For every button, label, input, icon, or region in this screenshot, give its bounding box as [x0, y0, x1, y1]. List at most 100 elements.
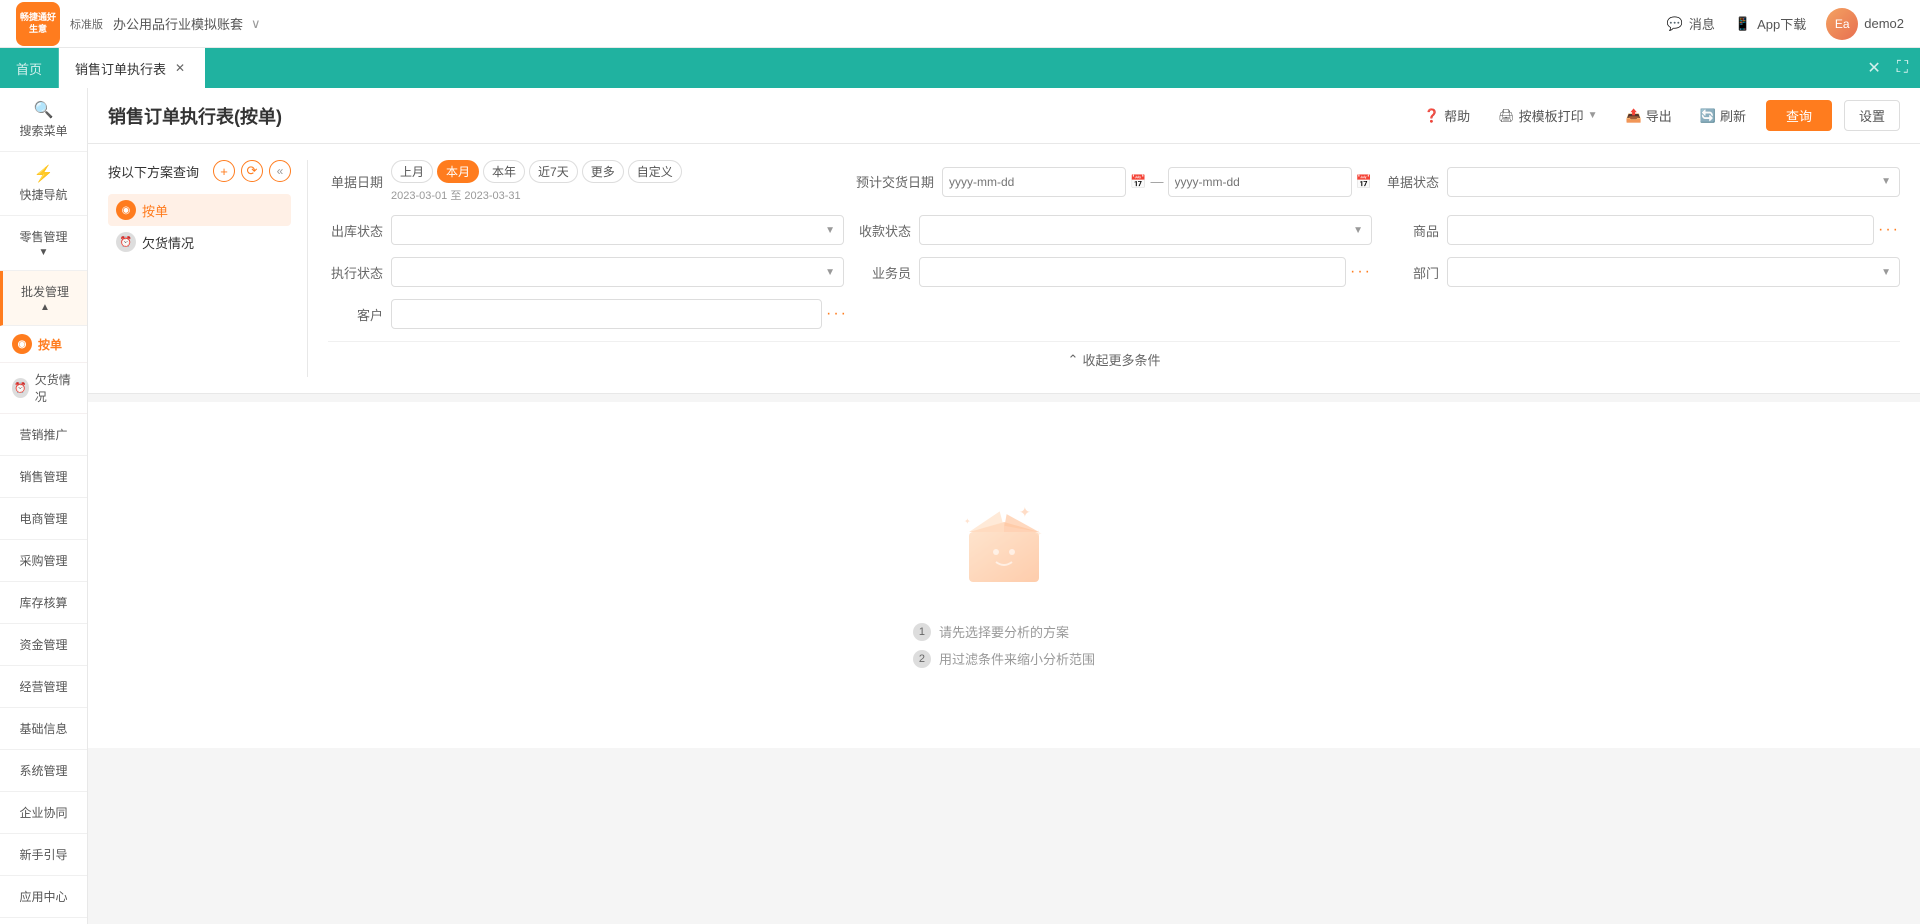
collapse-filters-button[interactable]: ⌃ 收起更多条件 [1068, 350, 1161, 369]
top-header: 畅捷通好生意 标准版 办公用品行业模拟账套 ∨ 💬 消息 📱 App下载 Ea … [0, 0, 1920, 48]
calendar-start-icon[interactable]: 📅 [1130, 174, 1146, 190]
salesperson-more-icon[interactable]: ··· [1350, 263, 1372, 281]
sidebar-item-newbie[interactable]: 新手引导 [0, 834, 87, 876]
collapse-scheme-button[interactable]: « [269, 160, 291, 182]
export-button[interactable]: 📤 导出 [1618, 102, 1680, 129]
delivery-status-select[interactable]: ▼ [391, 215, 844, 245]
empty-tip-1: 1 请先选择要分析的方案 [913, 622, 1095, 641]
payment-status-select[interactable]: ▼ [919, 215, 1372, 245]
print-button[interactable]: 🖨 按模板打印 ▼ [1490, 102, 1605, 129]
wholesale-chevron-icon: ▲ [40, 302, 50, 313]
date-btn-more[interactable]: 更多 [582, 160, 624, 183]
collapse-label: 收起更多条件 [1082, 350, 1160, 369]
filter-field-goods: 商品 ··· [1384, 215, 1900, 245]
expected-delivery-end[interactable] [1168, 167, 1352, 197]
date-btn-last-month[interactable]: 上月 [391, 160, 433, 183]
date-filter-buttons: 上月 本月 本年 近7天 更多 自定义 [391, 160, 844, 183]
page-header: 销售订单执行表(按单) ❓ 帮助 🖨 按模板打印 ▼ 📤 导出 🔄 刷新 [88, 88, 1920, 144]
sidebar-item-operations[interactable]: 经营管理 [0, 666, 87, 708]
tip-text-2: 用过滤条件来缩小分析范围 [939, 649, 1095, 668]
goods-more-icon[interactable]: ··· [1878, 221, 1900, 239]
calendar-end-icon[interactable]: 📅 [1356, 174, 1372, 190]
scheme-item-by-order[interactable]: ◉ 按单 [108, 194, 291, 226]
department-dropdown-icon: ▼ [1881, 267, 1891, 278]
tab-sales-order[interactable]: 销售订单执行表 ✕ [59, 48, 205, 88]
filter-field-delivery-status: 出库状态 ▼ [328, 215, 844, 245]
breadcrumb-text: 办公用品行业模拟账套 [113, 14, 243, 33]
breadcrumb-dropdown-icon[interactable]: ∨ [251, 16, 261, 32]
sidebar-item-purchase[interactable]: 采购管理 [0, 540, 87, 582]
filter-field-customer: 客户 ··· [328, 299, 848, 329]
refresh-scheme-button[interactable]: ⟳ [241, 160, 263, 182]
header-left: 畅捷通好生意 标准版 办公用品行业模拟账套 ∨ [16, 2, 261, 46]
date-btn-custom[interactable]: 自定义 [628, 160, 682, 183]
message-button[interactable]: 💬 消息 [1667, 14, 1715, 33]
sidebar-item-ecommerce[interactable]: 电商管理 [0, 498, 87, 540]
sidebar-item-basic-info[interactable]: 基础信息 [0, 708, 87, 750]
app-subtitle: 标准版 [70, 16, 103, 32]
sub-item-shortage[interactable]: ⏰ 欠货情况 [0, 363, 87, 414]
scheme-gray-icon: ⏰ [116, 232, 136, 252]
sidebar-item-retail[interactable]: 零售管理 ▼ [0, 216, 87, 271]
sidebar-item-marketing[interactable]: 营销推广 [0, 414, 87, 456]
filter-scheme-panel: 按以下方案查询 + ⟳ « ◉ 按单 ⏰ 欠货情况 [108, 160, 308, 377]
query-button[interactable]: 查询 [1766, 100, 1832, 131]
empty-state: ✦ ✦ ✦ 1 请先选择要分析的方案 2 用过滤条件来缩小分析范围 [88, 402, 1920, 748]
tab-bar: 首页 销售订单执行表 ✕ ✕ ⛶ [0, 48, 1920, 88]
tab-home[interactable]: 首页 [0, 48, 59, 88]
filter-field-salesperson: 业务员 ··· [856, 257, 1372, 287]
username: demo2 [1864, 16, 1904, 31]
doc-status-select[interactable]: ▼ [1447, 167, 1900, 197]
sidebar-item-wholesale[interactable]: 批发管理 ▲ [0, 271, 87, 326]
app-download-button[interactable]: 📱 App下载 [1735, 14, 1806, 33]
sidebar-item-sales[interactable]: 销售管理 [0, 456, 87, 498]
goods-input[interactable] [1447, 215, 1874, 245]
print-dropdown-icon: ▼ [1588, 110, 1598, 121]
export-icon: 📤 [1626, 108, 1642, 124]
sidebar-item-system[interactable]: 系统管理 [0, 750, 87, 792]
customer-input[interactable] [391, 299, 822, 329]
sidebar-item-shortcut[interactable]: ⚡ 快捷导航 [0, 152, 87, 216]
date-separator: — [1151, 174, 1164, 189]
sidebar-item-enterprise-collab[interactable]: 企业协同 [0, 792, 87, 834]
collapse-chevron-icon: ⌃ [1068, 352, 1079, 368]
date-btn-this-month[interactable]: 本月 [437, 160, 479, 183]
add-scheme-button[interactable]: + [213, 160, 235, 182]
window-close-icon[interactable]: ✕ [1863, 58, 1884, 78]
settings-button[interactable]: 设置 [1844, 100, 1900, 131]
filter-collapse-row: ⌃ 收起更多条件 [328, 341, 1900, 377]
tab-close-icon[interactable]: ✕ [172, 60, 188, 76]
sidebar-item-app-center[interactable]: 应用中心 [0, 876, 87, 918]
execution-status-select[interactable]: ▼ [391, 257, 844, 287]
salesperson-input[interactable] [919, 257, 1346, 287]
sidebar-item-search[interactable]: 🔍 搜索菜单 [0, 88, 87, 152]
shortcut-nav-icon: ⚡ [34, 164, 54, 184]
sub-item-by-order[interactable]: ◉ 按单 [0, 326, 87, 363]
payment-status-label: 收款状态 [856, 221, 911, 240]
filter-panel: 按以下方案查询 + ⟳ « ◉ 按单 ⏰ 欠货情况 [88, 144, 1920, 394]
page-actions: ❓ 帮助 🖨 按模板打印 ▼ 📤 导出 🔄 刷新 查询 设置 [1416, 100, 1900, 131]
sidebar-item-inventory[interactable]: 库存核算 [0, 582, 87, 624]
doc-status-label: 单据状态 [1384, 172, 1439, 191]
sidebar-item-enterprise-wechat[interactable]: 企业微信 [0, 918, 87, 924]
date-btn-this-year[interactable]: 本年 [483, 160, 525, 183]
department-select[interactable]: ▼ [1447, 257, 1900, 287]
date-btn-7days[interactable]: 近7天 [529, 160, 578, 183]
app-logo: 畅捷通好生意 [16, 2, 60, 46]
user-menu[interactable]: Ea demo2 [1826, 8, 1904, 40]
customer-more-icon[interactable]: ··· [826, 305, 848, 323]
window-maximize-icon[interactable]: ⛶ [1893, 59, 1912, 77]
payment-dropdown-icon: ▼ [1353, 225, 1363, 236]
refresh-button[interactable]: 🔄 刷新 [1692, 102, 1754, 129]
help-button[interactable]: ❓ 帮助 [1416, 102, 1478, 129]
empty-tips: 1 请先选择要分析的方案 2 用过滤条件来缩小分析范围 [913, 622, 1095, 668]
sidebar-item-finance[interactable]: 资金管理 [0, 624, 87, 666]
tip-num-2: 2 [913, 650, 931, 668]
scheme-item-shortage[interactable]: ⏰ 欠货情况 [108, 226, 291, 258]
expected-delivery-start[interactable] [942, 167, 1126, 197]
filter-scheme-actions: + ⟳ « [213, 160, 291, 182]
print-icon: 🖨 [1498, 108, 1515, 124]
breadcrumb: 办公用品行业模拟账套 ∨ [113, 14, 261, 33]
user-avatar: Ea [1826, 8, 1858, 40]
scheme-by-order-label: 按单 [142, 201, 168, 220]
